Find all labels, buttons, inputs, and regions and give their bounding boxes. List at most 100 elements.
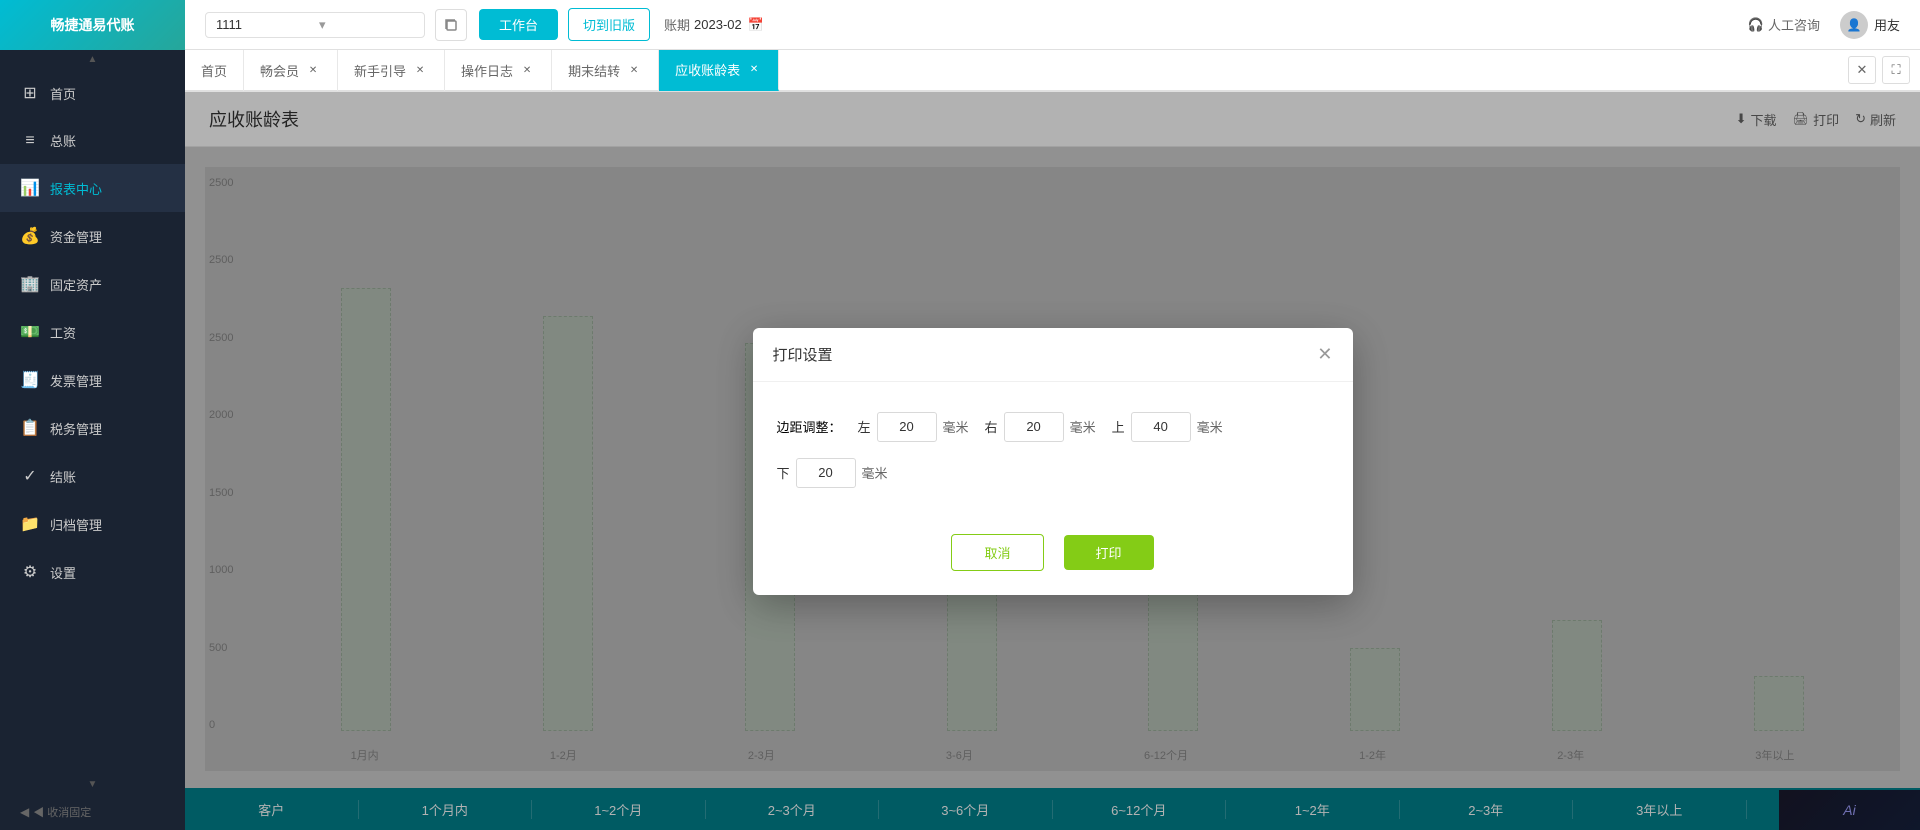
sidebar-item-funds[interactable]: 💰 资金管理 xyxy=(0,212,185,260)
tab-aging-label: 应收账龄表 xyxy=(675,60,740,79)
calendar-icon[interactable]: 📅 xyxy=(748,17,764,33)
maximize-tab-button[interactable]: ⛶ xyxy=(1882,56,1910,84)
sidebar-label-reports: 报表中心 xyxy=(50,179,102,198)
margin-left-group: 左 毫米 xyxy=(858,412,969,442)
copy-icon xyxy=(443,17,459,33)
sidebar-item-assets[interactable]: 🏢 固定资产 xyxy=(0,260,185,308)
logo-text: 畅捷通易代账 xyxy=(51,15,135,35)
sidebar-label-archive: 归档管理 xyxy=(50,515,102,534)
collapse-icon: ◀ xyxy=(20,805,29,819)
tabs-actions: ✕ ⛶ xyxy=(1848,56,1920,84)
sidebar-label-assets: 固定资产 xyxy=(50,275,102,294)
user-name: 用友 xyxy=(1874,15,1900,34)
reports-icon: 📊 xyxy=(20,178,40,198)
workbench-button[interactable]: 工作台 xyxy=(479,9,558,40)
tab-oplog-close[interactable]: ✕ xyxy=(519,62,535,78)
sidebar-label-settings: 设置 xyxy=(50,563,76,582)
sidebar-label-invoice: 发票管理 xyxy=(50,371,102,390)
tabs-bar: 首页 畅会员 ✕ 新手引导 ✕ 操作日志 ✕ 期末结转 ✕ 应收账龄表 ✕ xyxy=(185,50,1920,92)
dialog-header: 打印设置 ✕ xyxy=(753,328,1353,382)
margin-bottom-input[interactable] xyxy=(796,458,856,488)
tab-member-close[interactable]: ✕ xyxy=(305,62,321,78)
period-value: 2023-02 xyxy=(694,17,742,32)
sidebar-label-checkout: 结账 xyxy=(50,467,76,486)
sidebar-scroll-top[interactable]: ▲ xyxy=(0,50,185,69)
left-unit: 毫米 xyxy=(943,417,969,436)
sidebar-item-tax[interactable]: 📋 税务管理 xyxy=(0,404,185,452)
tab-aging[interactable]: 应收账龄表 ✕ xyxy=(659,50,779,91)
tab-oplog-label: 操作日志 xyxy=(461,61,513,80)
logo-area: 畅捷通易代账 xyxy=(0,0,185,50)
margin-top-group: 上 毫米 xyxy=(1112,412,1223,442)
bottom-unit: 毫米 xyxy=(862,463,888,482)
sidebar-item-settings[interactable]: ⚙ 设置 xyxy=(0,548,185,596)
sidebar-label-home: 首页 xyxy=(50,84,76,103)
tab-guide-close[interactable]: ✕ xyxy=(412,62,428,78)
dialog-title: 打印设置 xyxy=(773,344,833,365)
sidebar-label-ledger: 总账 xyxy=(50,131,76,150)
collapse-sidebar-button[interactable]: ◀ ◀ 收消固定 xyxy=(0,794,185,830)
sidebar-item-invoice[interactable]: 🧾 发票管理 xyxy=(0,356,185,404)
sidebar-item-checkout[interactable]: ✓ 结账 xyxy=(0,452,185,500)
sidebar-label-funds: 资金管理 xyxy=(50,227,102,246)
home-icon: ⊞ xyxy=(20,83,40,103)
sidebar-item-ledger[interactable]: ≡ 总账 xyxy=(0,117,185,164)
header-right: 🎧 人工咨询 👤 用友 xyxy=(1748,11,1920,39)
content-area: 首页 畅会员 ✕ 新手引导 ✕ 操作日志 ✕ 期末结转 ✕ 应收账龄表 ✕ xyxy=(185,50,1920,830)
close-tab-button[interactable]: ✕ xyxy=(1848,56,1876,84)
company-name: 1111 xyxy=(216,17,311,32)
checkout-icon: ✓ xyxy=(20,466,40,486)
bottom-label: 下 xyxy=(777,463,790,482)
sidebar-item-payroll[interactable]: 💵 工资 xyxy=(0,308,185,356)
print-settings-dialog: 打印设置 ✕ 边距调整： 左 毫米 右 xyxy=(753,328,1353,595)
margin-right-group: 右 毫米 xyxy=(985,412,1096,442)
sidebar-item-reports[interactable]: 📊 报表中心 xyxy=(0,164,185,212)
margin-right-input[interactable] xyxy=(1004,412,1064,442)
user-area[interactable]: 👤 用友 xyxy=(1840,11,1900,39)
dialog-close-button[interactable]: ✕ xyxy=(1317,344,1332,365)
scroll-up-icon[interactable]: ▲ xyxy=(88,54,98,65)
customer-service-label: 人工咨询 xyxy=(1768,15,1820,34)
tax-icon: 📋 xyxy=(20,418,40,438)
invoice-icon: 🧾 xyxy=(20,370,40,390)
tab-period-end-close[interactable]: ✕ xyxy=(626,62,642,78)
scroll-down-icon[interactable]: ▼ xyxy=(88,779,98,790)
tab-home[interactable]: 首页 xyxy=(185,50,244,91)
tab-member-label: 畅会员 xyxy=(260,61,299,80)
period-label: 账期 xyxy=(664,15,690,34)
company-selector[interactable]: 1111 ▾ xyxy=(205,12,425,38)
customer-service[interactable]: 🎧 人工咨询 xyxy=(1748,15,1820,34)
funds-icon: 💰 xyxy=(20,226,40,246)
switch-version-button[interactable]: 切到旧版 xyxy=(568,8,650,41)
right-unit: 毫米 xyxy=(1070,417,1096,436)
left-label: 左 xyxy=(858,417,871,436)
sidebar-label-tax: 税务管理 xyxy=(50,419,102,438)
sidebar-item-home[interactable]: ⊞ 首页 xyxy=(0,69,185,117)
main-layout: ▲ ⊞ 首页 ≡ 总账 📊 报表中心 💰 资金管理 🏢 固定资产 💵 工资 🧾 xyxy=(0,50,1920,830)
tab-period-end-label: 期末结转 xyxy=(568,61,620,80)
tab-oplog[interactable]: 操作日志 ✕ xyxy=(445,50,552,91)
sidebar-scroll-bottom[interactable]: ▼ xyxy=(0,775,185,794)
sidebar: ▲ ⊞ 首页 ≡ 总账 📊 报表中心 💰 资金管理 🏢 固定资产 💵 工资 🧾 xyxy=(0,50,185,830)
tab-guide[interactable]: 新手引导 ✕ xyxy=(338,50,445,91)
copy-button[interactable] xyxy=(435,9,467,41)
margin-bottom-group: 下 毫米 xyxy=(777,458,888,488)
margin-top-input[interactable] xyxy=(1131,412,1191,442)
dialog-footer: 取消 打印 xyxy=(753,518,1353,595)
tab-aging-close[interactable]: ✕ xyxy=(746,61,762,77)
user-avatar: 👤 xyxy=(1840,11,1868,39)
tab-period-end[interactable]: 期末结转 ✕ xyxy=(552,50,659,91)
margin-left-input[interactable] xyxy=(877,412,937,442)
settings-icon: ⚙ xyxy=(20,562,40,582)
top-label: 上 xyxy=(1112,417,1125,436)
page-content: 应收账龄表 ⬇ 下载 🖨 打印 ↻ 刷新 xyxy=(185,92,1920,830)
confirm-print-button[interactable]: 打印 xyxy=(1064,535,1154,570)
tab-member[interactable]: 畅会员 ✕ xyxy=(244,50,338,91)
cancel-button[interactable]: 取消 xyxy=(951,534,1043,571)
margin-settings-row: 边距调整： 左 毫米 右 毫米 xyxy=(777,412,1329,488)
sidebar-item-archive[interactable]: 📁 归档管理 xyxy=(0,500,185,548)
dialog-body: 边距调整： 左 毫米 右 毫米 xyxy=(753,382,1353,518)
tab-guide-label: 新手引导 xyxy=(354,61,406,80)
company-dropdown-arrow: ▾ xyxy=(319,17,414,33)
top-unit: 毫米 xyxy=(1197,417,1223,436)
